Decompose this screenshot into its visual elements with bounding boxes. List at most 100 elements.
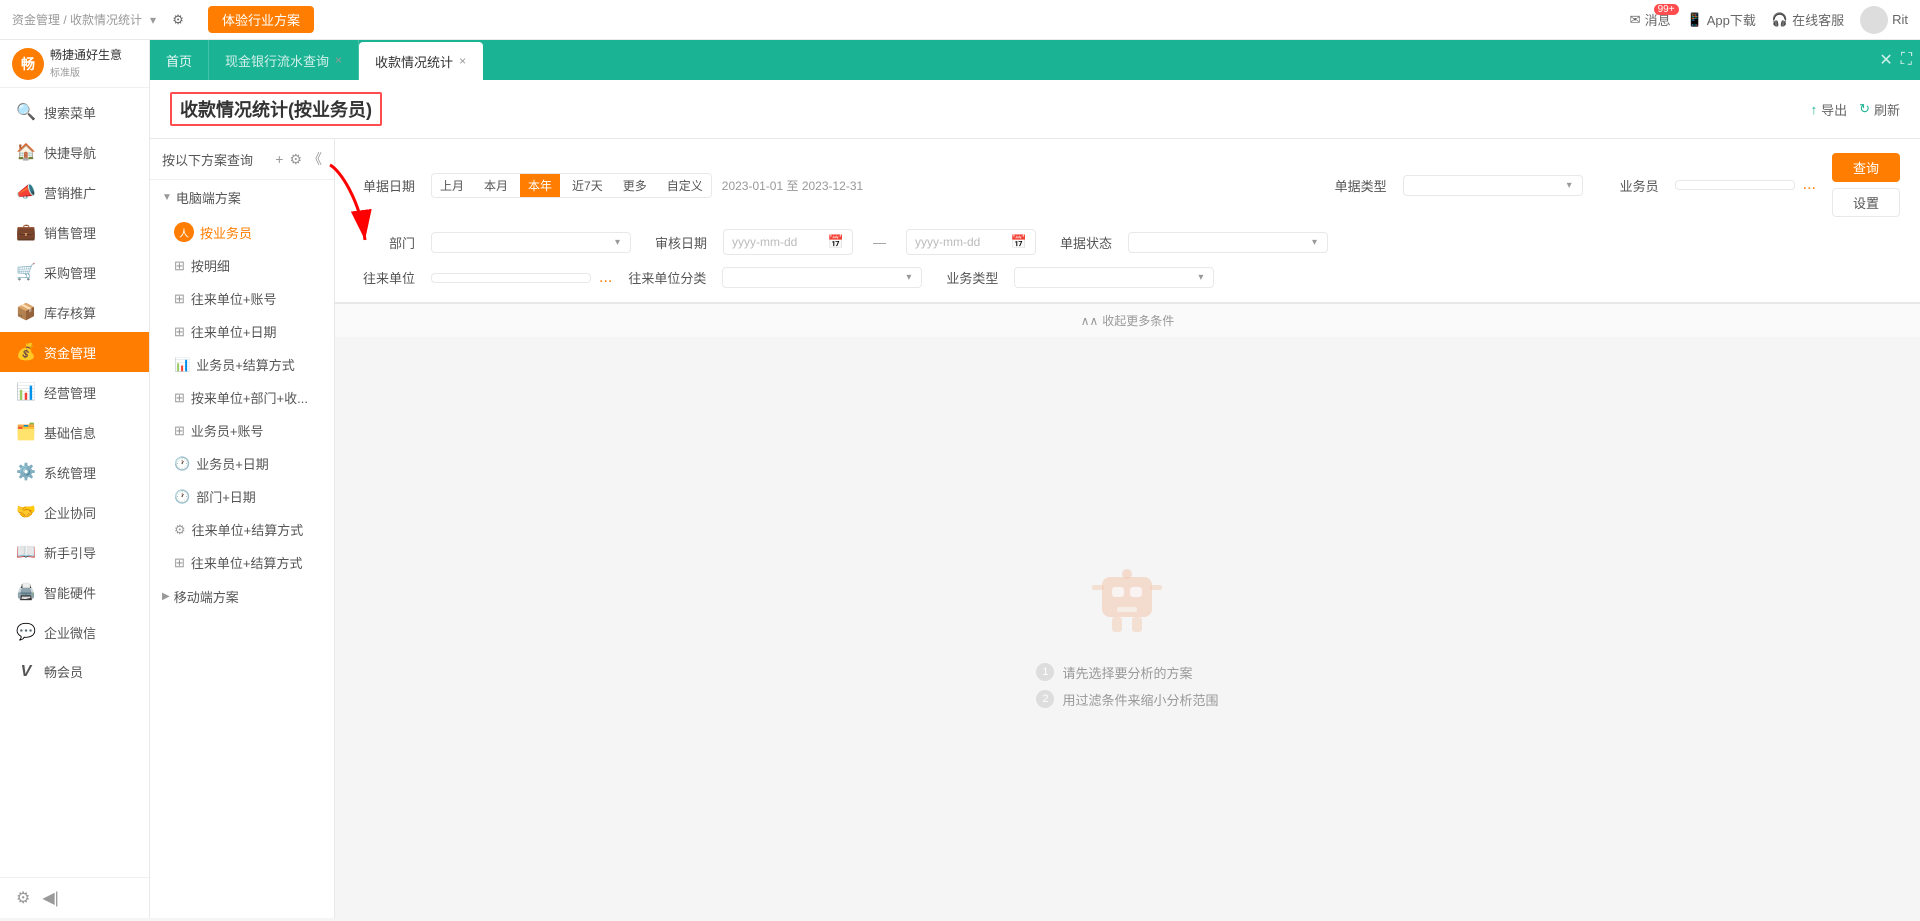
pc-group-label: 电脑端方案 — [176, 188, 241, 207]
sidebar-item-finance[interactable]: 💰 资金管理 — [0, 332, 149, 372]
sidebar-bottom-settings-icon[interactable]: ⚙ — [16, 888, 30, 908]
tab-home[interactable]: 首页 — [150, 40, 209, 80]
dept-chevron: ▾ — [615, 237, 620, 248]
page-actions: ↑ 导出 ↻ 刷新 — [1811, 100, 1900, 119]
partner-field: ... — [431, 269, 612, 287]
scheme-item-unit-account[interactable]: ⊞ 往来单位+账号 — [150, 282, 334, 315]
header-right-tools: ✉ 消息 99+ 📱 App下载 🎧 在线客服 Rit — [1630, 6, 1908, 34]
sidebar-item-purchase[interactable]: 🛒 采购管理 — [0, 252, 149, 292]
sidebar-item-operations[interactable]: 📊 经营管理 — [0, 372, 149, 412]
sidebar-item-base-info[interactable]: 🗂️ 基础信息 — [0, 412, 149, 452]
collapse-bar[interactable]: ∧∧ 收起更多条件 — [335, 303, 1920, 337]
panel-add-icon[interactable]: + — [275, 151, 283, 167]
scheme-item-salesman-settle[interactable]: 📊 业务员+结算方式 — [150, 348, 334, 381]
partner-category-select[interactable]: ▾ — [722, 267, 922, 288]
date-tab-more[interactable]: 更多 — [615, 174, 655, 197]
user-avatar-area[interactable]: Rit — [1860, 6, 1908, 34]
sidebar-item-sales[interactable]: 💼 销售管理 — [0, 212, 149, 252]
date-tab-this-month[interactable]: 本月 — [476, 174, 516, 197]
scheme-item-by-salesman[interactable]: 人 按业务员 — [150, 215, 334, 249]
sidebar-item-system[interactable]: ⚙️ 系统管理 — [0, 452, 149, 492]
scheme-item-unit-settle1[interactable]: ⚙ 往来单位+结算方式 — [150, 513, 334, 546]
header-settings-icon[interactable]: ⚙ — [164, 6, 192, 34]
scheme-group-pc-header[interactable]: ▼ 电脑端方案 — [150, 180, 334, 215]
salesman-more[interactable]: ... — [1803, 176, 1816, 194]
marketing-icon: 📣 — [16, 182, 36, 202]
dept-select[interactable]: ▾ — [431, 232, 631, 253]
tab-maximize-icon[interactable]: ⛶ — [1901, 51, 1912, 69]
scheme-group-pc: ▼ 电脑端方案 人 按业务员 ⊞ 按明细 ⊞ 往 — [150, 180, 334, 579]
panel-settings-icon[interactable]: ⚙ — [289, 151, 302, 168]
scheme-item-unit-dept[interactable]: ⊞ 按来单位+部门+收... — [150, 381, 334, 414]
scheme-item-unit-date[interactable]: ⊞ 往来单位+日期 — [150, 315, 334, 348]
scheme-group-mobile-header[interactable]: ▶ 移动端方案 — [150, 579, 334, 614]
refresh-button[interactable]: ↻ 刷新 — [1859, 100, 1900, 119]
sidebar-item-quick-nav[interactable]: 🏠 快捷导航 — [0, 132, 149, 172]
online-service-tool[interactable]: 🎧 在线客服 — [1772, 10, 1844, 29]
sidebar-label-system: 系统管理 — [44, 463, 96, 482]
date-tab-last-month[interactable]: 上月 — [432, 174, 472, 197]
logo-icon: 畅 — [12, 48, 44, 80]
tab-receipt-stats-close[interactable]: × — [459, 54, 466, 68]
empty-state: 1 请先选择要分析的方案 2 用过滤条件来缩小分析范围 — [1036, 547, 1218, 709]
partner-more[interactable]: ... — [599, 269, 612, 287]
biz-type-select[interactable]: ▾ — [1014, 267, 1214, 288]
tab-bank-flow-close[interactable]: × — [335, 53, 342, 67]
filter-settings-button[interactable]: 设置 — [1832, 188, 1900, 217]
review-date-label: 审核日期 — [647, 233, 707, 252]
tab-bank-flow[interactable]: 现金银行流水查询 × — [209, 40, 359, 80]
scheme-item-unit-settle2[interactable]: ⊞ 往来单位+结算方式 — [150, 546, 334, 579]
panel-header-title: 按以下方案查询 — [162, 150, 275, 169]
sidebar-collapse-icon[interactable]: ◀| — [42, 888, 58, 908]
sidebar-label-finance: 资金管理 — [44, 343, 96, 362]
date-tab-this-year[interactable]: 本年 — [520, 174, 560, 197]
salesman-select[interactable] — [1675, 180, 1795, 190]
date-dash: — — [873, 235, 886, 250]
sidebar-item-vip[interactable]: V 畅会员 — [0, 652, 149, 691]
scheme-item-salesman-date[interactable]: 🕐 业务员+日期 — [150, 447, 334, 480]
messages-tool[interactable]: ✉ 消息 99+ — [1630, 10, 1671, 29]
review-date-start[interactable]: yyyy-mm-dd 📅 — [723, 229, 853, 255]
scheme-label-unit-dept: 按来单位+部门+收... — [191, 388, 308, 407]
empty-robot-illustration — [1077, 547, 1177, 647]
doc-status-select[interactable]: ▾ — [1128, 232, 1328, 253]
sidebar-item-enterprise[interactable]: 🤝 企业协同 — [0, 492, 149, 532]
tab-close-all-icon[interactable]: ✕ — [1879, 50, 1892, 70]
scheme-item-by-detail[interactable]: ⊞ 按明细 — [150, 249, 334, 282]
date-tab-last7[interactable]: 近7天 — [564, 174, 611, 197]
export-button[interactable]: ↑ 导出 — [1811, 100, 1848, 119]
sidebar-label-base-info: 基础信息 — [44, 423, 96, 442]
breadcrumb-dropdown-icon[interactable]: ▾ — [150, 13, 156, 27]
sidebar-item-inventory[interactable]: 📦 库存核算 — [0, 292, 149, 332]
tab-receipt-stats[interactable]: 收款情况统计 × — [359, 42, 483, 80]
detail-icon: ⊞ — [174, 258, 185, 274]
doc-type-select[interactable]: ▾ — [1403, 175, 1583, 196]
calendar-end-icon: 📅 — [1011, 234, 1027, 250]
sidebar-item-marketing[interactable]: 📣 营销推广 — [0, 172, 149, 212]
sidebar-item-search-menu[interactable]: 🔍 搜索菜单 — [0, 92, 149, 132]
salesman-date-icon: 🕐 — [174, 456, 190, 472]
doc-status-chevron: ▾ — [1312, 237, 1317, 248]
review-date-end[interactable]: yyyy-mm-dd 📅 — [906, 229, 1036, 255]
collapse-icon: ∧∧ — [1081, 314, 1099, 328]
sidebar-item-guide[interactable]: 📖 新手引导 — [0, 532, 149, 572]
scheme-label-dept-date: 部门+日期 — [196, 487, 256, 506]
logo-text-line1: 畅捷通好生意 — [50, 48, 122, 64]
partner-select[interactable] — [431, 273, 591, 283]
trial-button[interactable]: 体验行业方案 — [208, 6, 314, 33]
scheme-item-salesman-account[interactable]: ⊞ 业务员+账号 — [150, 414, 334, 447]
sidebar-item-wechat[interactable]: 💬 企业微信 — [0, 612, 149, 652]
date-tab-custom[interactable]: 自定义 — [659, 174, 711, 197]
unit-date-icon: ⊞ — [174, 324, 185, 340]
app-download-tool[interactable]: 📱 App下载 — [1687, 10, 1756, 29]
query-button[interactable]: 查询 — [1832, 153, 1900, 182]
sidebar-item-smart-hw[interactable]: 🖨️ 智能硬件 — [0, 572, 149, 612]
scheme-item-dept-date[interactable]: 🕐 部门+日期 — [150, 480, 334, 513]
inventory-icon: 📦 — [16, 302, 36, 322]
right-panel: 单据日期 上月 本月 本年 近7天 更多 自定义 20 — [335, 139, 1920, 918]
sidebar-label-wechat: 企业微信 — [44, 623, 96, 642]
user-avatar — [1860, 6, 1888, 34]
sidebar-label-vip: 畅会员 — [44, 662, 83, 681]
panel-collapse-icon[interactable]: 《 — [308, 149, 322, 169]
sidebar-logo: 畅 畅捷通好生意 标准版 — [0, 40, 149, 88]
